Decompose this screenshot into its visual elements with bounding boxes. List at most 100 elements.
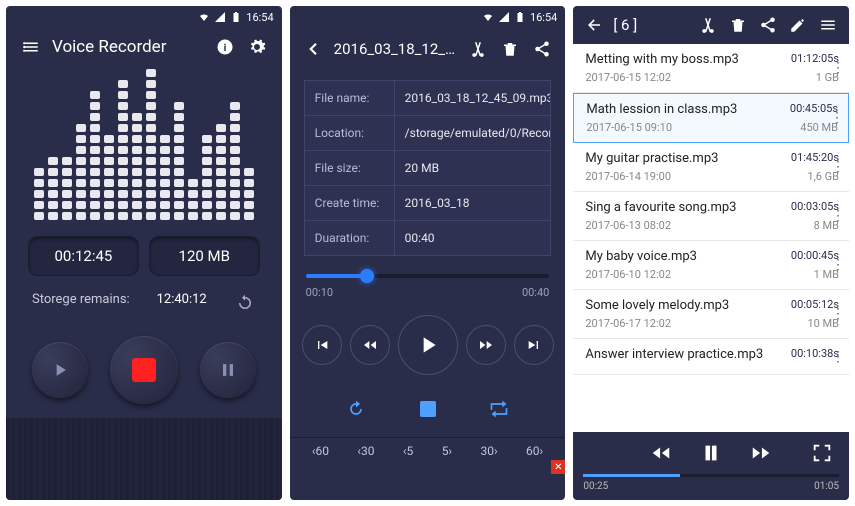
item-date: 2017-06-10 12:02 bbox=[585, 268, 671, 281]
list-item[interactable]: Answer interview practice.mp300:10:38s⋮ bbox=[573, 339, 849, 375]
replay-icon[interactable] bbox=[342, 395, 370, 423]
controls bbox=[6, 328, 282, 418]
cut-icon[interactable] bbox=[467, 38, 489, 60]
item-name: Metting with my boss.mp3 bbox=[585, 52, 739, 67]
playback-controls bbox=[290, 309, 566, 381]
current-time: 00:25 bbox=[583, 481, 608, 492]
list-item[interactable]: My guitar practise.mp301:45:20s2017-06-1… bbox=[573, 143, 849, 192]
remain-value: 12:40:12 bbox=[157, 292, 207, 314]
action-row bbox=[290, 381, 566, 437]
more-icon[interactable]: ⋮ bbox=[831, 355, 845, 359]
clock: 16:54 bbox=[530, 11, 557, 24]
delete-icon[interactable] bbox=[499, 38, 521, 60]
cut-icon[interactable] bbox=[697, 14, 719, 36]
signal-icon bbox=[498, 11, 510, 23]
seek-slider[interactable] bbox=[290, 266, 566, 282]
pause-button[interactable] bbox=[200, 342, 256, 398]
record-button[interactable] bbox=[110, 336, 178, 404]
info-value: 20 MB bbox=[395, 151, 551, 185]
timer-display: 00:12:45 bbox=[28, 236, 139, 276]
list-item[interactable]: My baby voice.mp300:00:45s2017-06-10 12:… bbox=[573, 241, 849, 290]
back-icon[interactable] bbox=[583, 14, 605, 36]
list-item[interactable]: Math lession in class.mp300:45:05s2017-0… bbox=[573, 93, 849, 143]
item-date: 2017-06-17 12:02 bbox=[585, 317, 671, 330]
forward-button[interactable] bbox=[750, 442, 772, 464]
more-icon[interactable]: ⋮ bbox=[831, 165, 845, 169]
skip-option[interactable]: 60› bbox=[526, 444, 543, 458]
menu-icon[interactable] bbox=[20, 36, 42, 58]
rewind-button[interactable] bbox=[650, 442, 672, 464]
remain-label: Storege remains: bbox=[32, 292, 130, 314]
edit-icon[interactable] bbox=[787, 14, 809, 36]
mini-player: 00:25 01:05 bbox=[573, 432, 849, 500]
close-x[interactable]: ✕ bbox=[551, 460, 565, 474]
current-time: 00:10 bbox=[306, 286, 333, 299]
item-name: Answer interview practice.mp3 bbox=[585, 347, 763, 362]
gear-icon[interactable] bbox=[246, 36, 268, 58]
skip-option[interactable]: 30› bbox=[480, 444, 497, 458]
more-icon[interactable]: ⋮ bbox=[831, 312, 845, 316]
screen-list: [ 6 ] Metting with my boss.mp301:12:05s2… bbox=[573, 6, 849, 500]
file-title: 2016_03_18_12_45_... bbox=[334, 40, 458, 58]
size-display: 120 MB bbox=[149, 236, 260, 276]
record-icon bbox=[132, 358, 156, 382]
count: [ 6 ] bbox=[613, 16, 637, 34]
screen-recorder: 16:54 Voice Recorder i 00:12:45 120 MB S… bbox=[6, 6, 282, 500]
more-icon[interactable]: ⋮ bbox=[831, 66, 845, 70]
pause-button[interactable] bbox=[700, 442, 722, 464]
footer-texture bbox=[6, 418, 282, 500]
forward-button[interactable] bbox=[466, 325, 506, 365]
share-icon[interactable] bbox=[757, 14, 779, 36]
info-value: 00:40 bbox=[395, 221, 551, 255]
skip-option[interactable]: ‹5 bbox=[403, 444, 413, 458]
item-date: 2017-06-13 08:02 bbox=[585, 219, 671, 232]
status-bar: 16:54 bbox=[6, 6, 282, 28]
list-item[interactable]: Metting with my boss.mp301:12:05s2017-06… bbox=[573, 44, 849, 93]
recordings-list[interactable]: Metting with my boss.mp301:12:05s2017-06… bbox=[573, 44, 849, 432]
seek-slider[interactable] bbox=[583, 474, 839, 477]
more-icon[interactable]: ⋮ bbox=[830, 116, 844, 120]
item-name: Some lovely melody.mp3 bbox=[585, 298, 729, 313]
item-name: Sing a favourite song.mp3 bbox=[585, 200, 736, 215]
info-key: File name: bbox=[305, 81, 395, 115]
app-title: Voice Recorder bbox=[52, 37, 204, 57]
refresh-icon[interactable] bbox=[234, 292, 256, 314]
info-value: 2016_03_18_12_45_09.mp3 bbox=[395, 81, 551, 115]
info-value: 2016_03_18 bbox=[395, 186, 551, 220]
share-icon[interactable] bbox=[531, 38, 553, 60]
info-value: /storage/emulated/0/Recorders/ bbox=[395, 116, 551, 150]
wifi-icon bbox=[482, 11, 494, 23]
info-key: Location: bbox=[305, 116, 395, 150]
skip-option[interactable]: 5› bbox=[442, 444, 452, 458]
play-button[interactable] bbox=[32, 342, 88, 398]
menu-icon[interactable] bbox=[817, 14, 839, 36]
equalizer bbox=[6, 66, 282, 226]
stop-button[interactable] bbox=[414, 395, 442, 423]
info-key: Create time: bbox=[305, 186, 395, 220]
list-item[interactable]: Sing a favourite song.mp300:03:05s2017-0… bbox=[573, 192, 849, 241]
info-row: Duaration:00:40 bbox=[305, 221, 551, 255]
storage-remain: Storege remains: 12:40:12 bbox=[6, 286, 282, 328]
info-icon[interactable]: i bbox=[214, 36, 236, 58]
skip-option[interactable]: ‹30 bbox=[357, 444, 374, 458]
total-time: 01:05 bbox=[814, 481, 839, 492]
info-key: Duaration: bbox=[305, 221, 395, 255]
prev-track-button[interactable] bbox=[302, 325, 342, 365]
item-date: 2017-06-15 12:02 bbox=[585, 71, 671, 84]
seek-times: 00:10 00:40 bbox=[290, 282, 566, 309]
skip-option[interactable]: ‹60 bbox=[312, 444, 329, 458]
item-name: My guitar practise.mp3 bbox=[585, 151, 718, 166]
expand-icon[interactable] bbox=[811, 442, 833, 464]
list-item[interactable]: Some lovely melody.mp300:05:12s2017-06-1… bbox=[573, 290, 849, 339]
play-button[interactable] bbox=[398, 315, 458, 375]
more-icon[interactable]: ⋮ bbox=[831, 263, 845, 267]
rewind-button[interactable] bbox=[350, 325, 390, 365]
info-row: File size:20 MB bbox=[305, 151, 551, 186]
back-icon[interactable] bbox=[302, 38, 324, 60]
more-icon[interactable]: ⋮ bbox=[831, 214, 845, 218]
item-date: 2017-06-15 09:10 bbox=[586, 121, 672, 134]
delete-icon[interactable] bbox=[727, 14, 749, 36]
info-key: File size: bbox=[305, 151, 395, 185]
next-track-button[interactable] bbox=[514, 325, 554, 365]
repeat-icon[interactable] bbox=[485, 395, 513, 423]
